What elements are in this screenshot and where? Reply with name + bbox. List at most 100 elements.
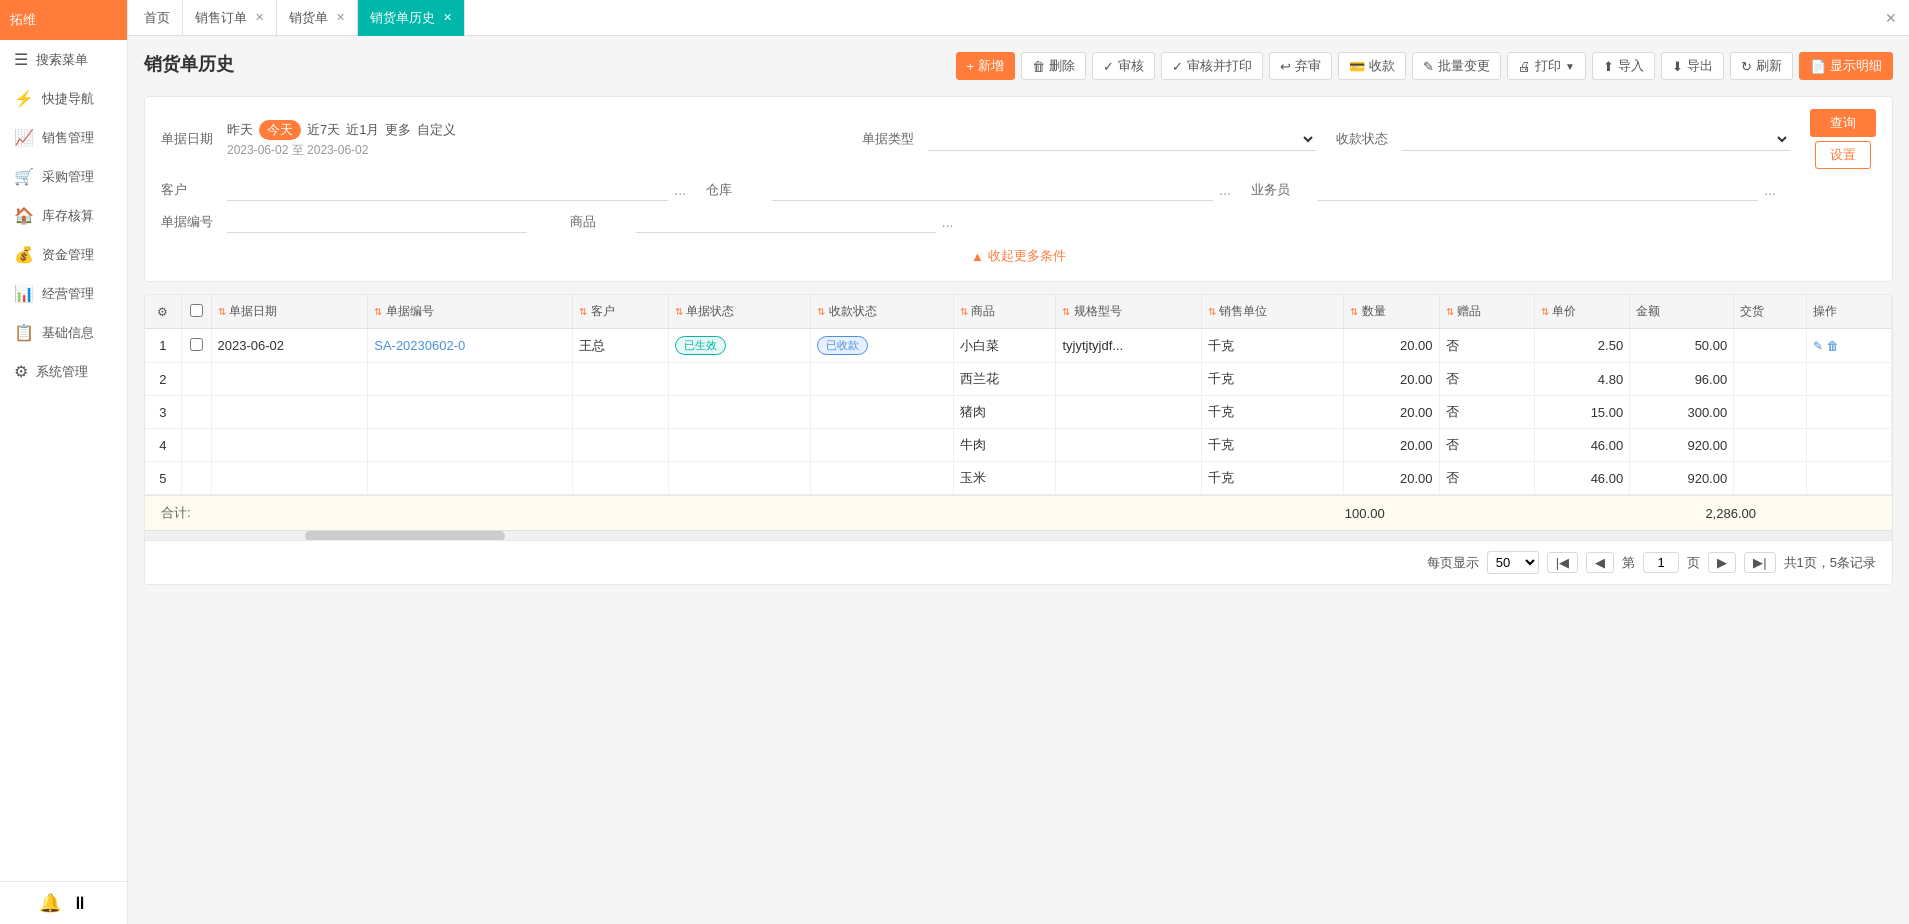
- cell-customer: [573, 429, 668, 462]
- filter-doc-no-input[interactable]: [227, 211, 527, 233]
- col-checkbox[interactable]: [181, 295, 211, 329]
- prev-page-button[interactable]: ◀: [1586, 552, 1614, 573]
- table-row: 5 玉米 千克 20.00 否 46.00 920.00: [145, 462, 1892, 495]
- abandon-button[interactable]: ↩ 弃审: [1269, 52, 1332, 80]
- cell-checkbox[interactable]: [181, 462, 211, 495]
- tab-sales-goods-label: 销货单: [289, 9, 328, 27]
- filter-payment-status-select[interactable]: [1402, 127, 1790, 151]
- audit-print-button[interactable]: ✓ 审核并打印: [1161, 52, 1263, 80]
- export-button[interactable]: ⬇ 导出: [1661, 52, 1724, 80]
- per-page-label: 每页显示: [1427, 554, 1479, 572]
- col-customer[interactable]: ⇅ 客户: [573, 295, 668, 329]
- cell-checkbox[interactable]: [181, 363, 211, 396]
- query-button[interactable]: 查询: [1810, 109, 1876, 137]
- sidebar-item-inventory[interactable]: 🏠 库存核算: [0, 196, 127, 235]
- shortcut-today[interactable]: 今天: [259, 120, 301, 140]
- col-goods[interactable]: ⇅ 商品: [953, 295, 1056, 329]
- sys-mgmt-icon: ⚙: [14, 362, 28, 381]
- audit-button[interactable]: ✓ 审核: [1092, 52, 1155, 80]
- col-unit-price[interactable]: ⇅ 单价: [1534, 295, 1629, 329]
- footer-quantity-spacer: [221, 506, 1325, 521]
- shortcut-1month[interactable]: 近1月: [346, 121, 379, 139]
- sidebar-item-label: 系统管理: [36, 363, 88, 381]
- tab-sales-history[interactable]: 销货单历史 ✕: [358, 0, 465, 36]
- shortcut-7days[interactable]: 近7天: [307, 121, 340, 139]
- last-page-button[interactable]: ▶|: [1744, 552, 1775, 573]
- cell-doc-no: [368, 462, 573, 495]
- cell-amount: 920.00: [1630, 462, 1734, 495]
- sidebar-item-finance-mgmt[interactable]: 💰 资金管理: [0, 235, 127, 274]
- collect-button[interactable]: 💳 收款: [1338, 52, 1406, 80]
- tab-home[interactable]: 首页: [132, 0, 183, 36]
- filter-warehouse-picker[interactable]: ...: [1219, 182, 1231, 198]
- cell-doc-status: [668, 429, 811, 462]
- sidebar-item-sales-mgmt[interactable]: 📈 销售管理: [0, 118, 127, 157]
- scrollbar-thumb[interactable]: [305, 531, 505, 540]
- col-settings[interactable]: ⚙: [145, 295, 181, 329]
- action-编辑[interactable]: ✎: [1813, 339, 1823, 353]
- shortcut-yesterday[interactable]: 昨天: [227, 121, 253, 139]
- cell-doc-date: [211, 396, 368, 429]
- close-sales-order-tab[interactable]: ✕: [255, 11, 264, 24]
- cell-payment-status: [811, 429, 954, 462]
- tab-home-label: 首页: [144, 9, 170, 27]
- print-button[interactable]: 🖨 打印 ▼: [1507, 52, 1586, 80]
- doc-no-link[interactable]: SA-20230602-0: [374, 338, 465, 353]
- current-page-input[interactable]: [1643, 552, 1679, 573]
- col-doc-status[interactable]: ⇅ 单据状态: [668, 295, 811, 329]
- col-spec[interactable]: ⇅ 规格型号: [1056, 295, 1201, 329]
- cell-payment-status: [811, 363, 954, 396]
- sidebar-item-ops-mgmt[interactable]: 📊 经营管理: [0, 274, 127, 313]
- batch-change-button[interactable]: ✎ 批量变更: [1412, 52, 1501, 80]
- add-button[interactable]: + 新增: [956, 52, 1016, 80]
- delete-button[interactable]: 🗑 删除: [1021, 52, 1086, 80]
- filter-customer-input[interactable]: [227, 179, 668, 201]
- col-doc-no[interactable]: ⇅ 单据编号: [368, 295, 573, 329]
- shortcut-custom[interactable]: 自定义: [417, 121, 456, 139]
- pagination: 每页显示 50 100 200 |◀ ◀ 第 页 ▶ ▶| 共1页，5条记录: [145, 540, 1892, 584]
- action-删除[interactable]: 🗑: [1827, 339, 1839, 353]
- filter-goods-input[interactable]: [636, 211, 936, 233]
- cell-checkbox[interactable]: [181, 329, 211, 363]
- close-sales-goods-tab[interactable]: ✕: [336, 11, 345, 24]
- footer-total-label: 合计:: [161, 504, 221, 522]
- next-page-button[interactable]: ▶: [1708, 552, 1736, 573]
- filter-customer-picker[interactable]: ...: [674, 182, 686, 198]
- first-page-button[interactable]: |◀: [1547, 552, 1578, 573]
- col-sales-unit[interactable]: ⇅ 销售单位: [1201, 295, 1344, 329]
- sidebar-item-quick-nav[interactable]: ⚡ 快捷导航: [0, 79, 127, 118]
- filter-salesperson-input[interactable]: [1317, 179, 1758, 201]
- settings-button[interactable]: 设置: [1815, 141, 1871, 169]
- close-sales-history-tab[interactable]: ✕: [443, 11, 452, 24]
- col-payment-status[interactable]: ⇅ 收款状态: [811, 295, 954, 329]
- cell-checkbox[interactable]: [181, 429, 211, 462]
- filter-doc-type-select[interactable]: [928, 127, 1316, 151]
- refresh-button[interactable]: ↻ 刷新: [1730, 52, 1793, 80]
- collapse-filter-button[interactable]: ▲ 收起更多条件: [161, 243, 1876, 269]
- sidebar-item-search-menu[interactable]: ☰ 搜索菜单: [0, 40, 127, 79]
- filter-warehouse-input[interactable]: [772, 179, 1213, 201]
- cell-checkbox[interactable]: [181, 396, 211, 429]
- cell-unit-price: 15.00: [1534, 396, 1629, 429]
- shortcut-more[interactable]: 更多: [385, 121, 411, 139]
- tab-sales-order[interactable]: 销售订单 ✕: [183, 0, 277, 36]
- tab-sales-goods[interactable]: 销货单 ✕: [277, 0, 358, 36]
- select-all-checkbox[interactable]: [190, 304, 203, 317]
- filter-goods-picker[interactable]: ...: [942, 214, 954, 230]
- col-quantity[interactable]: ⇅ 数量: [1344, 295, 1439, 329]
- pause-icon[interactable]: ⏸: [71, 893, 89, 914]
- col-doc-date[interactable]: ⇅ 单据日期: [211, 295, 368, 329]
- col-gift[interactable]: ⇅ 赠品: [1439, 295, 1534, 329]
- per-page-select[interactable]: 50 100 200: [1487, 551, 1539, 574]
- import-button[interactable]: ⬆ 导入: [1592, 52, 1655, 80]
- row-checkbox[interactable]: [190, 338, 203, 351]
- export-icon: ⬇: [1672, 59, 1683, 74]
- tab-close-all-icon[interactable]: ✕: [1885, 10, 1897, 26]
- show-detail-button[interactable]: 📄 显示明细: [1799, 52, 1893, 80]
- horizontal-scrollbar[interactable]: [145, 530, 1892, 540]
- sidebar-item-basic-info[interactable]: 📋 基础信息: [0, 313, 127, 352]
- notification-icon[interactable]: 🔔: [39, 892, 61, 914]
- filter-salesperson-picker[interactable]: ...: [1764, 182, 1776, 198]
- sidebar-item-sys-mgmt[interactable]: ⚙ 系统管理: [0, 352, 127, 391]
- sidebar-item-purchase-mgmt[interactable]: 🛒 采购管理: [0, 157, 127, 196]
